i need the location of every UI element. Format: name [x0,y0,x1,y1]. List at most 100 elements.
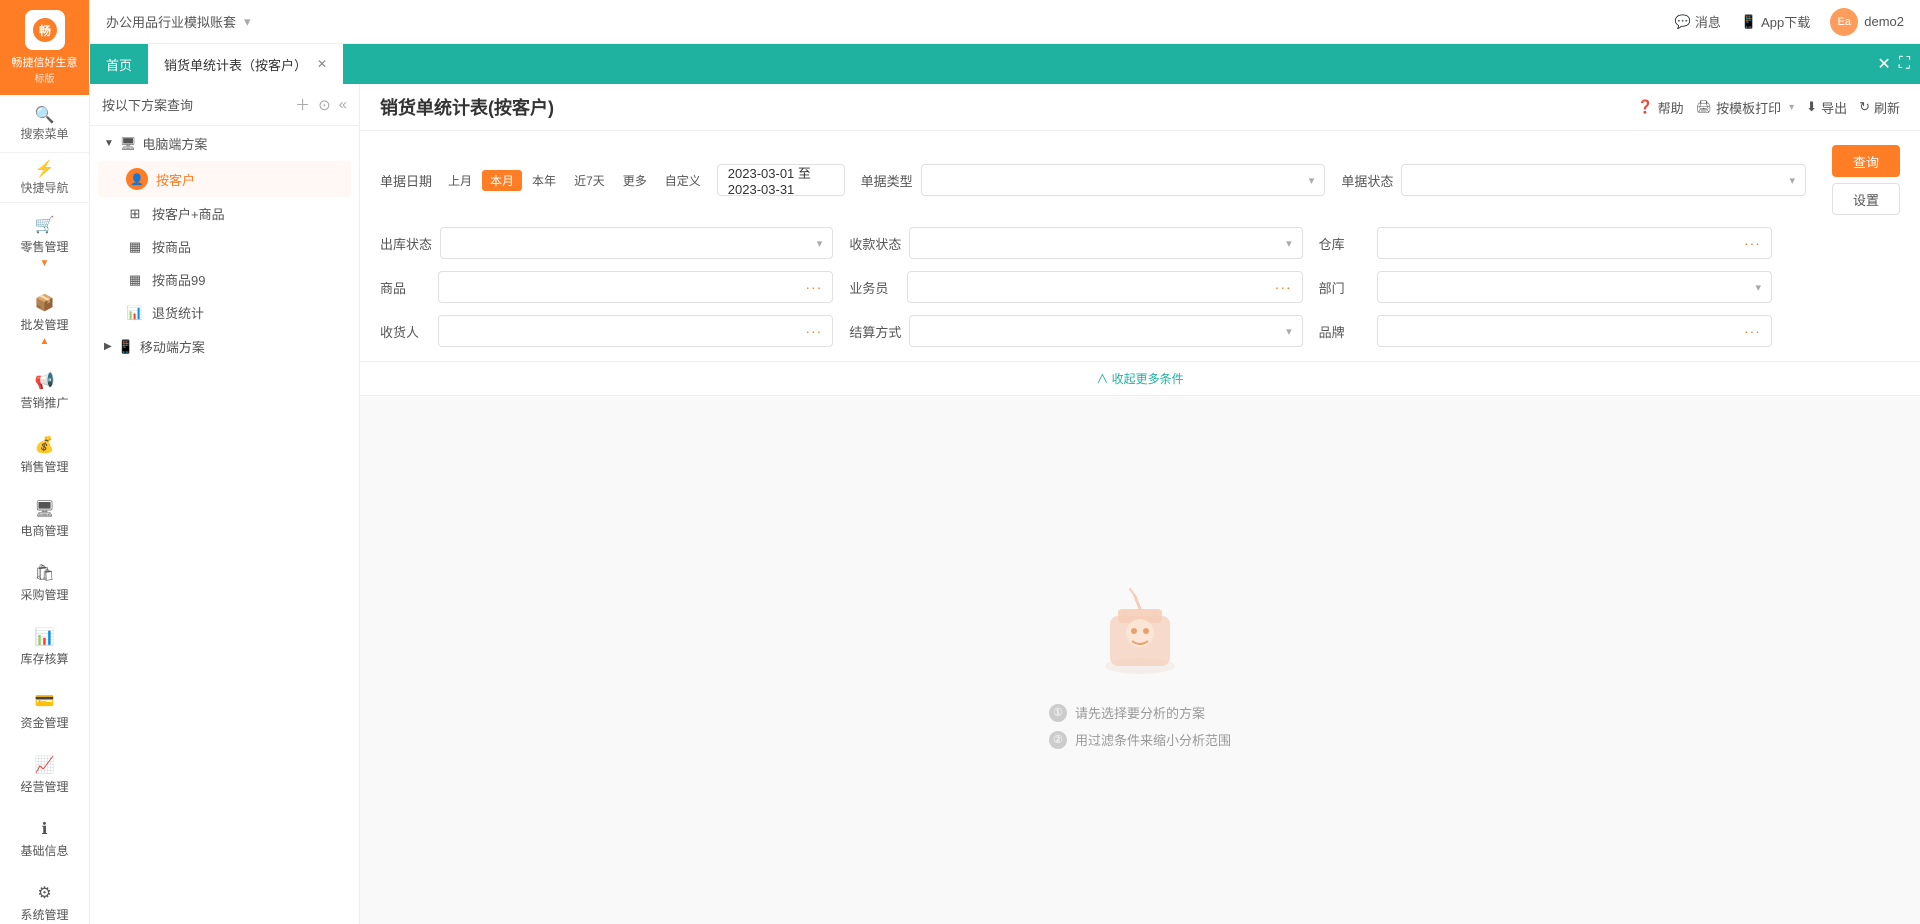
message-btn[interactable]: 💬 消息 [1675,12,1721,31]
payment-status-arrow: ▾ [1286,237,1292,250]
tab-report[interactable]: 销货单统计表（按客户） ✕ [148,44,343,84]
filter-date: 单据日期 上月 本月 本年 近7天 更多 自定义 2023-03-01 至 20… [380,164,845,196]
sidebar-item-purchase[interactable]: 🛍 采购管理 [0,551,89,615]
collapse-bar[interactable]: ∧ 收起更多条件 [360,362,1920,396]
date-tab-this-month[interactable]: 本月 [482,170,522,191]
type-label: 单据类型 [861,171,913,190]
settlement-input[interactable]: ▾ [909,315,1302,347]
tab-close-window-icon[interactable]: ✕ [1877,54,1890,74]
status-input[interactable]: ▾ [1401,164,1806,196]
basic-icon: ℹ [41,819,47,839]
filter-row-2: 出库状态 ▾ 收款状态 ▾ 仓库 [380,227,1900,259]
scheme-item-by-customer-goods[interactable]: ⊞ 按客户+商品 [98,197,351,230]
wholesale-label: 批发管理 [20,316,68,333]
sidebar-item-marketing[interactable]: 📢 营销推广 [0,359,89,423]
status-arrow: ▾ [1789,174,1795,187]
department-input[interactable]: ▾ [1377,271,1772,303]
breadcrumb-arrow: ▾ [244,14,251,30]
return-stats-label: 退货统计 [152,303,204,322]
export-icon: ⬇ [1806,99,1817,115]
export-btn[interactable]: ⬇ 导出 [1806,98,1847,117]
quick-nav-item[interactable]: ⚡ 快捷导航 [0,153,89,203]
marketing-label: 营销推广 [20,394,68,411]
scheme-group-desktop-header[interactable]: ▼ 🖥 电脑端方案 [98,126,351,161]
scheme-item-by-goods[interactable]: ▦ 按商品 [98,230,351,263]
main-content: 办公用品行业模拟账套 ▾ 💬 消息 📱 App下载 Ea demo2 首页 销货… [90,0,1920,924]
salesperson-dots: ··· [1275,279,1292,295]
filter-warehouse: 仓库 ··· [1319,227,1772,259]
top-bar-right: 💬 消息 📱 App下载 Ea demo2 [1675,8,1904,36]
sidebar-item-operations[interactable]: 📈 经营管理 [0,743,89,807]
sidebar-item-wholesale[interactable]: 📦 批发管理 ▲ [0,281,89,359]
operations-label: 经营管理 [20,778,68,795]
sidebar-item-finance[interactable]: 💳 资金管理 [0,679,89,743]
receiver-label: 收货人 [380,322,430,341]
app-subtitle: 标版 [35,70,55,85]
ecommerce-label: 电商管理 [20,522,68,539]
date-tab-custom[interactable]: 自定义 [657,170,709,191]
template-print-btn[interactable]: 🖨 按模板打印 ▾ [1696,98,1795,117]
date-tab-this-year[interactable]: 本年 [524,170,564,191]
warehouse-input[interactable]: ··· [1377,227,1772,259]
by-goods-icon: ▦ [126,238,144,256]
query-button[interactable]: 查询 [1832,145,1900,177]
left-panel-title: 按以下方案查询 [102,95,193,114]
goods-input[interactable]: ··· [438,271,833,303]
collapse-arrow: ∧ [1096,372,1111,386]
top-bar: 办公用品行业模拟账套 ▾ 💬 消息 📱 App下载 Ea demo2 [90,0,1920,44]
user-info[interactable]: Ea demo2 [1830,8,1904,36]
date-tab-more[interactable]: 更多 [615,170,655,191]
tab-expand-icon[interactable]: ⛶ [1899,55,1910,73]
mobile-group-label: 移动端方案 [140,337,205,356]
receiver-input[interactable]: ··· [438,315,833,347]
settlement-arrow: ▾ [1286,325,1292,338]
settings-button[interactable]: 设置 [1832,183,1900,215]
salesperson-input[interactable]: ··· [907,271,1302,303]
tip-num-2: ② [1049,731,1067,749]
sidebar-item-inventory[interactable]: 📊 库存核算 [0,615,89,679]
tab-close-icon[interactable]: ✕ [317,57,327,71]
sidebar-item-retail[interactable]: 🛒 零售管理 ▼ [0,203,89,281]
scheme-group-mobile: ▶ 📱 移动端方案 [90,329,359,364]
scheme-item-by-customer[interactable]: 👤 按客户 [98,161,351,197]
date-range-input[interactable]: 2023-03-01 至 2023-03-31 [717,164,845,196]
date-tab-7-days[interactable]: 近7天 [566,170,613,191]
brand-dots: ··· [1744,323,1761,339]
export-label: 导出 [1821,98,1847,117]
app-name: 畅捷信好生意 [12,54,78,70]
payment-status-label: 收款状态 [849,234,901,253]
scheme-item-by-goods-99[interactable]: ▦ 按商品99 [98,263,351,296]
sidebar-item-system[interactable]: ⚙ 系统管理 [0,871,89,924]
return-stats-icon: 📊 [126,304,144,322]
tab-home[interactable]: 首页 [90,44,148,84]
app-download-btn[interactable]: 📱 App下载 [1741,12,1810,31]
filter-ship-status: 出库状态 ▾ [380,227,833,259]
brand-input[interactable]: ··· [1377,315,1772,347]
finance-icon: 💳 [35,691,55,711]
ship-status-label: 出库状态 [380,234,432,253]
type-input[interactable]: ▾ [921,164,1326,196]
ship-status-input[interactable]: ▾ [440,227,833,259]
avatar: Ea [1830,8,1858,36]
scheme-item-return-stats[interactable]: 📊 退货统计 [98,296,351,329]
payment-status-input[interactable]: ▾ [909,227,1302,259]
empty-icon [1080,571,1200,691]
template-print-label: 按模板打印 [1716,98,1781,117]
collapse-panel-icon[interactable]: « [339,96,347,113]
sidebar-item-sales[interactable]: 💰 销售管理 [0,423,89,487]
date-tab-last-month[interactable]: 上月 [440,170,480,191]
scheme-group-mobile-header[interactable]: ▶ 📱 移动端方案 [98,329,351,364]
scheme-group-desktop: ▼ 🖥 电脑端方案 👤 按客户 ⊞ 按客户+商品 ▦ 按商品 [90,126,359,329]
search-menu-item[interactable]: 🔍 搜索菜单 [0,95,89,153]
add-scheme-icon[interactable]: ＋ [295,94,310,115]
refresh-btn[interactable]: ↻ 刷新 [1859,98,1900,117]
filter-brand: 品牌 ··· [1319,315,1772,347]
by-customer-active-icon: 👤 [126,168,148,190]
help-btn[interactable]: ❓ 帮助 [1637,98,1683,117]
sidebar-item-ecommerce[interactable]: 🖥 电商管理 [0,487,89,551]
settings-scheme-icon[interactable]: ⊙ [318,96,331,114]
sidebar-item-basic[interactable]: ℹ 基础信息 [0,807,89,871]
sales-label: 销售管理 [20,458,68,475]
retail-arrow: ▼ [40,258,50,269]
purchase-label: 采购管理 [20,586,68,603]
